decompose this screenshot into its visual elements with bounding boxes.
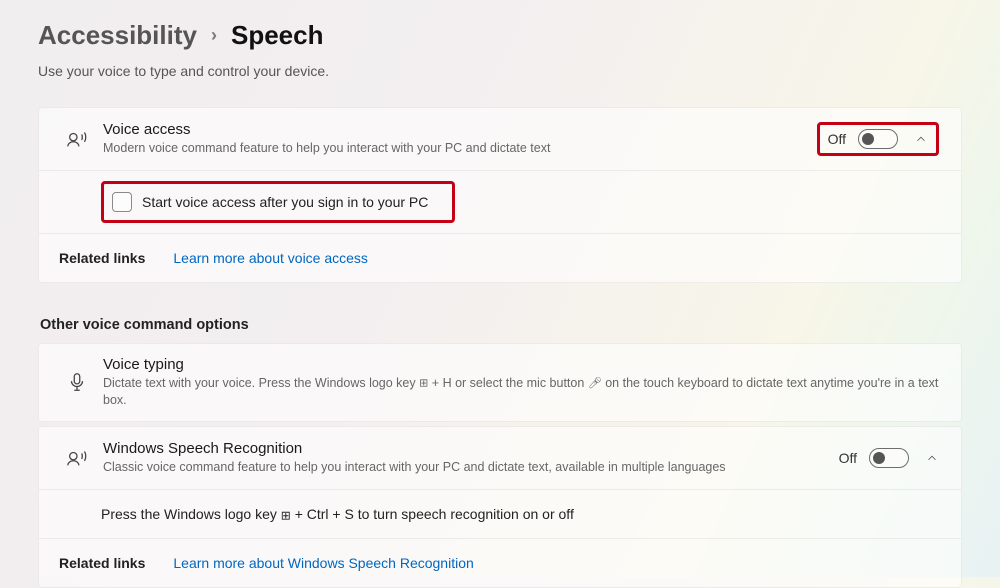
wsr-card: Windows Speech Recognition Classic voice… <box>38 426 962 588</box>
start-voice-access-checkbox[interactable] <box>112 192 132 212</box>
voice-access-related-row: Related links Learn more about voice acc… <box>39 233 961 282</box>
voice-access-toggle-highlight: Off <box>817 122 939 156</box>
voice-access-card: Voice access Modern voice command featur… <box>38 107 962 283</box>
other-options-header: Other voice command options <box>40 317 962 333</box>
wsr-related-row: Related links Learn more about Windows S… <box>39 538 961 587</box>
voice-access-startup-row: Start voice access after you sign in to … <box>39 170 961 233</box>
voice-access-toggle[interactable] <box>858 129 898 149</box>
wsr-header-row[interactable]: Windows Speech Recognition Classic voice… <box>39 427 961 489</box>
voice-typing-row[interactable]: Voice typing Dictate text with your voic… <box>39 344 961 421</box>
voice-typing-title: Voice typing <box>103 356 939 373</box>
voice-access-learn-more-link[interactable]: Learn more about voice access <box>173 250 368 266</box>
wsr-shortcut-row: Press the Windows logo key ⊞ + Ctrl + S … <box>39 489 961 538</box>
mic-inline-icon: 🎤︎ <box>588 377 602 389</box>
start-voice-access-label: Start voice access after you sign in to … <box>142 194 428 210</box>
voice-access-header-row[interactable]: Voice access Modern voice command featur… <box>39 108 961 170</box>
wsr-title: Windows Speech Recognition <box>103 440 839 457</box>
voice-access-icon <box>57 128 97 150</box>
voice-typing-card: Voice typing Dictate text with your voic… <box>38 343 962 422</box>
breadcrumb: Accessibility › Speech <box>38 20 962 51</box>
wsr-toggle[interactable] <box>869 448 909 468</box>
voice-access-state: Off <box>828 131 846 147</box>
windows-key-icon: ⊞ <box>281 508 291 522</box>
voice-access-desc: Modern voice command feature to help you… <box>103 140 817 157</box>
related-links-label: Related links <box>59 250 145 266</box>
voice-access-checkbox-highlight: Start voice access after you sign in to … <box>101 181 455 223</box>
related-links-label: Related links <box>59 555 145 571</box>
chevron-right-icon: › <box>211 25 217 46</box>
page-subtitle: Use your voice to type and control your … <box>38 63 962 79</box>
chevron-up-icon[interactable] <box>925 451 939 465</box>
microphone-icon <box>57 371 97 393</box>
wsr-state: Off <box>839 450 857 466</box>
breadcrumb-current: Speech <box>231 20 324 51</box>
voice-access-title: Voice access <box>103 121 817 138</box>
wsr-desc: Classic voice command feature to help yo… <box>103 459 839 476</box>
chevron-up-icon[interactable] <box>914 132 928 146</box>
speech-recognition-icon <box>57 447 97 469</box>
wsr-learn-more-link[interactable]: Learn more about Windows Speech Recognit… <box>173 555 473 571</box>
breadcrumb-parent[interactable]: Accessibility <box>38 20 197 51</box>
voice-typing-desc: Dictate text with your voice. Press the … <box>103 375 939 409</box>
windows-key-icon: ⊞ <box>419 377 428 389</box>
